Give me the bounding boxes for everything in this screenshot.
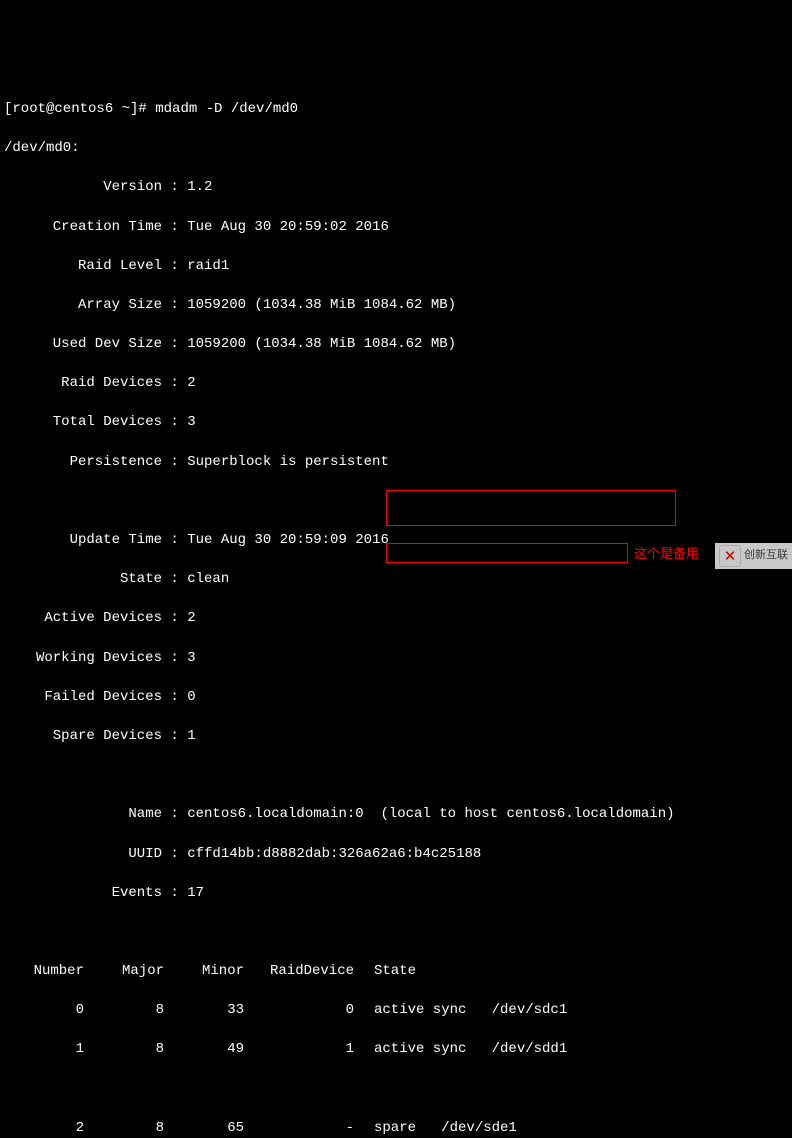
watermark-logo-icon: ✕ [719, 545, 741, 567]
value-array-size: 1059200 (1034.38 MiB 1084.62 MB) [187, 297, 456, 313]
label-raid-level: Raid Level [4, 257, 162, 277]
label-uuid: UUID [4, 845, 162, 865]
value-used-dev-size: 1059200 (1034.38 MiB 1084.62 MB) [187, 336, 456, 352]
terminal[interactable]: [root@centos6 ~]# mdadm -D /dev/md0 /dev… [0, 78, 792, 1138]
value-name: centos6.localdomain:0 (local to host cen… [187, 806, 674, 822]
value-working-devices: 3 [187, 650, 195, 666]
label-failed-devices: Failed Devices [4, 688, 162, 708]
label-update-time: Update Time [4, 531, 162, 551]
value-active-devices: 2 [187, 610, 195, 626]
value-uuid: cffd14bb:d8882dab:326a62a6:b4c25188 [187, 846, 481, 862]
label-creation-time: Creation Time [4, 218, 162, 238]
value-raid-devices: 2 [187, 375, 195, 391]
label-raid-devices: Raid Devices [4, 374, 162, 394]
table-row: 2865- spare /dev/sde1 [4, 1119, 788, 1138]
label-total-devices: Total Devices [4, 413, 162, 433]
label-version: Version [4, 178, 162, 198]
label-active-devices: Active Devices [4, 609, 162, 629]
value-update-time: Tue Aug 30 20:59:09 2016 [187, 532, 389, 548]
command-text: mdadm -D /dev/md0 [155, 101, 298, 117]
label-used-dev-size: Used Dev Size [4, 335, 162, 355]
value-failed-devices: 0 [187, 689, 195, 705]
device-table-header: NumberMajorMinorRaidDevice State [4, 962, 788, 982]
device-line: /dev/md0: [4, 139, 788, 159]
label-state: State [4, 570, 162, 590]
value-events: 17 [187, 885, 204, 901]
label-events: Events [4, 884, 162, 904]
prompt: [root@centos6 ~]# [4, 101, 155, 117]
value-state: clean [187, 571, 229, 587]
value-spare-devices: 1 [187, 728, 195, 744]
watermark: ✕ 创新互联 [715, 543, 792, 569]
value-persistence: Superblock is persistent [187, 454, 389, 470]
watermark-text: 创新互联 [744, 548, 788, 563]
table-row: 08330 active sync /dev/sdc1 [4, 1001, 788, 1021]
value-raid-level: raid1 [187, 258, 229, 274]
label-persistence: Persistence [4, 453, 162, 473]
label-array-size: Array Size [4, 296, 162, 316]
table-row: 18491 active sync /dev/sdd1 [4, 1040, 788, 1060]
value-version: 1.2 [187, 179, 212, 195]
annotation-spare: 这个是备用 [634, 545, 699, 563]
label-working-devices: Working Devices [4, 649, 162, 669]
label-spare-devices: Spare Devices [4, 727, 162, 747]
value-creation-time: Tue Aug 30 20:59:02 2016 [187, 219, 389, 235]
value-total-devices: 3 [187, 414, 195, 430]
label-name: Name [4, 805, 162, 825]
